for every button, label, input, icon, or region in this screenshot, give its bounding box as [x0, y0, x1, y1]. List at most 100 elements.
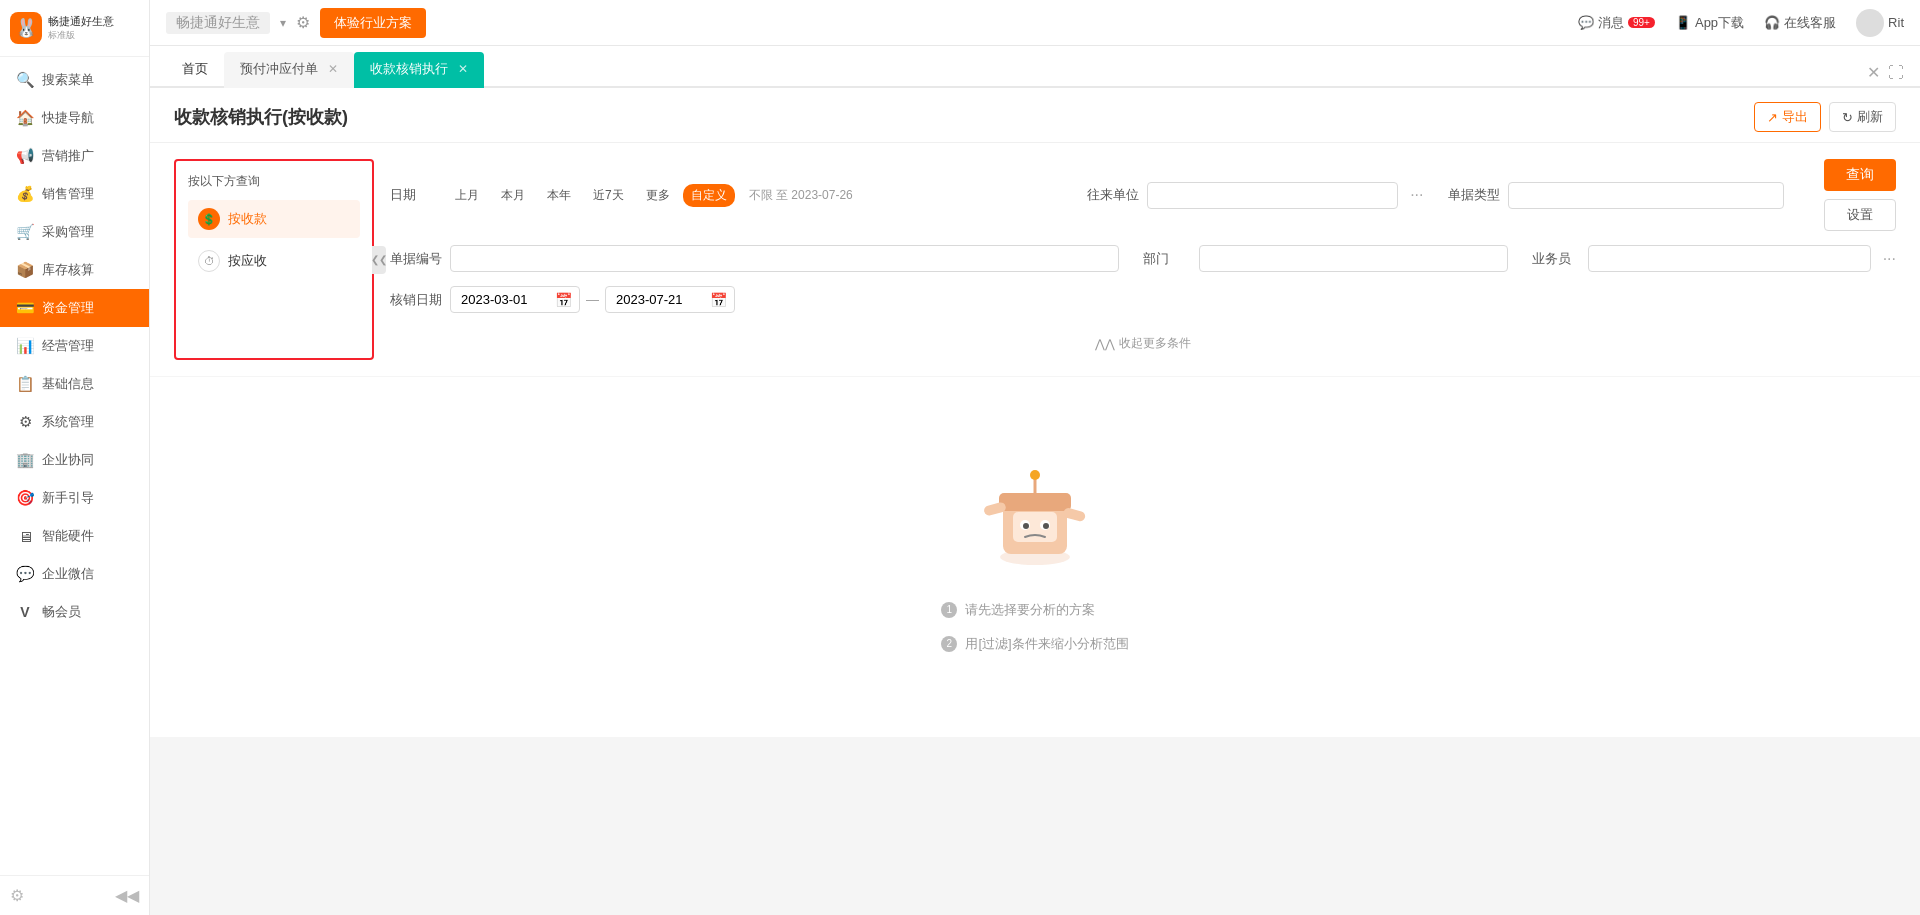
user-name: Rit [1888, 15, 1904, 30]
sales-icon: 💰 [16, 185, 34, 203]
purchase-icon: 🛒 [16, 223, 34, 241]
brand-text: 畅捷通好生意 [166, 12, 270, 34]
message-button[interactable]: 💬 消息 99+ [1578, 14, 1655, 32]
sidebar-item-inventory[interactable]: 📦 库存核算 [0, 251, 149, 289]
counterpart-dots-icon[interactable]: ··· [1410, 186, 1423, 204]
sidebar-item-search[interactable]: 🔍 搜索菜单 [0, 61, 149, 99]
staff-input[interactable] [1588, 245, 1871, 272]
settings-icon[interactable]: ⚙ [10, 886, 24, 905]
filter-form: 日期 上月 本月 本年 近7天 更多 自定义 不限 至 2023-07-26 [390, 159, 1896, 360]
doc-no-field: 单据编号 [390, 245, 1119, 272]
sidebar-bottom: ⚙ ◀◀ [0, 875, 149, 915]
basic-info-icon: 📋 [16, 375, 34, 393]
sidebar-item-purchase[interactable]: 🛒 采购管理 [0, 213, 149, 251]
date-this-year[interactable]: 本年 [538, 183, 580, 208]
tab-prepay-close-icon[interactable]: ✕ [328, 62, 338, 76]
date-more[interactable]: 更多 [637, 183, 679, 208]
sidebar-label-inventory: 库存核算 [42, 261, 94, 279]
sidebar-label-basic-info: 基础信息 [42, 375, 94, 393]
writeoff-date-range: 📅 — 📅 [450, 286, 735, 313]
user-info[interactable]: Rit [1856, 9, 1904, 37]
doc-type-select[interactable] [1508, 182, 1785, 209]
query-button[interactable]: 查询 [1824, 159, 1896, 191]
collapse-up-icon: ⋀⋀ [1095, 337, 1115, 351]
doc-no-input[interactable] [450, 245, 1119, 272]
tab-prepay-label: 预付冲应付单 [240, 60, 318, 78]
tip-num-1: 1 [941, 602, 957, 618]
industry-plan-button[interactable]: 体验行业方案 [320, 8, 426, 38]
svg-rect-2 [999, 493, 1071, 511]
tab-prepay[interactable]: 预付冲应付单 ✕ [224, 52, 354, 88]
date-no-limit: 不限 至 2023-07-26 [749, 187, 853, 204]
sidebar-item-guide[interactable]: 🎯 新手引导 [0, 479, 149, 517]
sidebar-item-wechat[interactable]: 💬 企业微信 [0, 555, 149, 593]
export-button[interactable]: ↗ 导出 [1754, 102, 1821, 132]
dropdown-arrow-icon[interactable]: ▾ [280, 16, 286, 30]
logo-icon: 🐰 [10, 12, 42, 44]
marketing-icon: 📢 [16, 147, 34, 165]
query-type-label: 按以下方查询 [188, 173, 360, 190]
tab-writeoff-close-icon[interactable]: ✕ [458, 62, 468, 76]
filter-row-1: 日期 上月 本月 本年 近7天 更多 自定义 不限 至 2023-07-26 [390, 159, 1896, 231]
operations-icon: 📊 [16, 337, 34, 355]
topbar-gear-icon[interactable]: ⚙ [296, 13, 310, 32]
sidebar-nav: 🔍 搜索菜单 🏠 快捷导航 📢 营销推广 💰 销售管理 🛒 采购管理 📦 库存核… [0, 57, 149, 875]
collapse-more-button[interactable]: ⋀⋀ 收起更多条件 [390, 327, 1896, 360]
logo-title: 畅捷通好生意 [48, 14, 114, 28]
sidebar-item-quick-nav[interactable]: 🏠 快捷导航 [0, 99, 149, 137]
guide-icon: 🎯 [16, 489, 34, 507]
sidebar-item-enterprise[interactable]: 🏢 企业协同 [0, 441, 149, 479]
sidebar-item-marketing[interactable]: 📢 营销推广 [0, 137, 149, 175]
date-field: 日期 上月 本月 本年 近7天 更多 自定义 不限 至 2023-07-26 [390, 183, 1063, 208]
query-type-panel: 按以下方查询 💲 按收款 ⏱ 按应收 ❮❮ [174, 159, 374, 360]
tab-close-window-icon[interactable]: ✕ [1867, 63, 1880, 82]
sidebar-label-sales: 销售管理 [42, 185, 94, 203]
dept-select[interactable] [1199, 245, 1508, 272]
counterpart-input[interactable] [1147, 182, 1398, 209]
topbar-brand: 畅捷通好生意 [166, 12, 270, 34]
sidebar-item-operations[interactable]: 📊 经营管理 [0, 327, 149, 365]
staff-dots-icon[interactable]: ··· [1883, 250, 1896, 268]
filter-area: 按以下方查询 💲 按收款 ⏱ 按应收 ❮❮ 日期 [150, 143, 1920, 376]
svg-point-9 [1030, 470, 1040, 480]
sidebar-item-basic-info[interactable]: 📋 基础信息 [0, 365, 149, 403]
sidebar-item-hardware[interactable]: 🖥 智能硬件 [0, 517, 149, 555]
query-by-receivable[interactable]: ⏱ 按应收 [188, 242, 360, 280]
query-by-receipt[interactable]: 💲 按收款 [188, 200, 360, 238]
date-custom[interactable]: 自定义 [683, 184, 735, 207]
writeoff-date-end[interactable] [605, 286, 735, 313]
sidebar-label-search: 搜索菜单 [42, 71, 94, 89]
export-icon: ↗ [1767, 110, 1778, 125]
message-icon: 💬 [1578, 15, 1594, 30]
sidebar-item-system[interactable]: ⚙ 系统管理 [0, 403, 149, 441]
settings-button[interactable]: 设置 [1824, 199, 1896, 231]
panel-collapse-button[interactable]: ❮❮ [372, 246, 386, 274]
sidebar-item-sales[interactable]: 💰 销售管理 [0, 175, 149, 213]
topbar-right: 💬 消息 99+ 📱 App下载 🎧 在线客服 Rit [1578, 9, 1904, 37]
main-area: 畅捷通好生意 ▾ ⚙ 体验行业方案 💬 消息 99+ 📱 App下载 🎧 在线客… [150, 0, 1920, 915]
date-last-month[interactable]: 上月 [446, 183, 488, 208]
tip-text-1: 请先选择要分析的方案 [965, 597, 1095, 623]
collapse-more-label: 收起更多条件 [1119, 335, 1191, 352]
counterpart-label: 往来单位 [1087, 186, 1139, 204]
tip-num-2: 2 [941, 636, 957, 652]
date-7days[interactable]: 近7天 [584, 183, 633, 208]
writeoff-date-start[interactable] [450, 286, 580, 313]
sidebar-label-hardware: 智能硬件 [42, 527, 94, 545]
message-label: 消息 [1598, 14, 1624, 32]
sidebar-item-member[interactable]: V 畅会员 [0, 593, 149, 631]
writeoff-date-end-wrap: 📅 [605, 286, 735, 313]
sidebar-label-guide: 新手引导 [42, 489, 94, 507]
online-service-button[interactable]: 🎧 在线客服 [1764, 14, 1836, 32]
date-this-month[interactable]: 本月 [492, 183, 534, 208]
receipt-label: 按收款 [228, 210, 267, 228]
tab-home[interactable]: 首页 [166, 52, 224, 88]
app-download-button[interactable]: 📱 App下载 [1675, 14, 1744, 32]
tab-writeoff[interactable]: 收款核销执行 ✕ [354, 52, 484, 88]
sidebar-item-finance[interactable]: 💳 资金管理 [0, 289, 149, 327]
app-icon: 📱 [1675, 15, 1691, 30]
date-options: 上月 本月 本年 近7天 更多 自定义 [446, 183, 735, 208]
collapse-sidebar-icon[interactable]: ◀◀ [115, 886, 139, 905]
tab-maximize-icon[interactable]: ⛶ [1888, 64, 1904, 82]
refresh-button[interactable]: ↻ 刷新 [1829, 102, 1896, 132]
